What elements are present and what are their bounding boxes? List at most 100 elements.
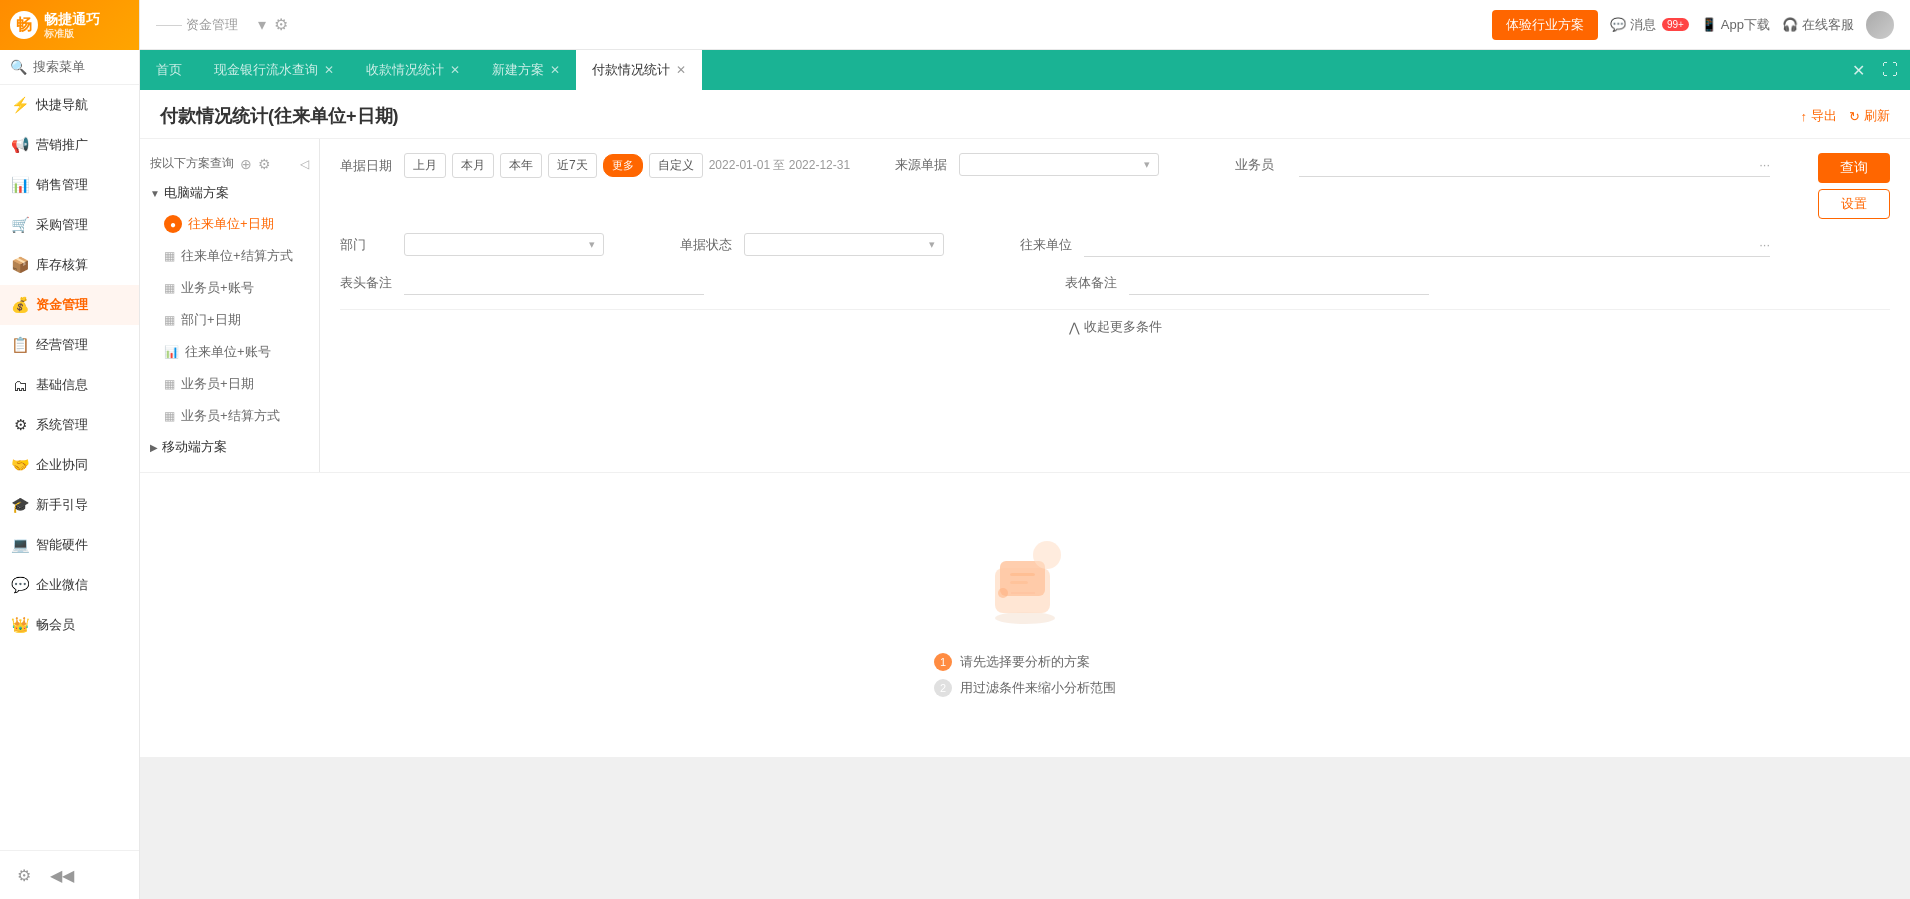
breadcrumb-text: ——: [156, 17, 182, 32]
settings-bottom-btn[interactable]: ⚙: [10, 861, 38, 889]
sidebar-item-label: 库存核算: [36, 256, 88, 274]
date-opt-more[interactable]: 更多: [603, 154, 643, 177]
counterpart-more-icon[interactable]: ···: [1759, 237, 1770, 252]
date-opt-this-month[interactable]: 本月: [452, 153, 494, 178]
scheme-icon: ▦: [164, 409, 175, 423]
filter-dept-select[interactable]: ▾: [404, 233, 604, 256]
sidebar-item-label: 企业协同: [36, 456, 88, 474]
sidebar-item-label: 企业微信: [36, 576, 88, 594]
svg-point-3: [1033, 541, 1061, 569]
sidebar-logo: 畅 畅捷通巧 标准版: [0, 0, 139, 50]
scheme-group-mobile[interactable]: ▶ 移动端方案: [140, 432, 319, 462]
tab-bank-flow[interactable]: 现金银行流水查询 ✕: [198, 50, 350, 90]
message-btn[interactable]: 💬 消息 99+: [1610, 16, 1689, 34]
scheme-item-agent-settle[interactable]: ▦ 业务员+结算方式: [140, 400, 319, 432]
query-btn[interactable]: 查询: [1818, 153, 1890, 183]
tab-collection[interactable]: 收款情况统计 ✕: [350, 50, 476, 90]
search-menu-label: 搜索菜单: [33, 58, 85, 76]
scheme-icon: ▦: [164, 281, 175, 295]
date-opt-custom[interactable]: 自定义: [649, 153, 703, 178]
tab-bar: 首页 现金银行流水查询 ✕ 收款情况统计 ✕ 新建方案 ✕ 付款情况统计 ✕ ✕…: [140, 50, 1910, 90]
scheme-item-unit-account[interactable]: 📊 往来单位+账号: [140, 336, 319, 368]
filter-body-note-input[interactable]: [1129, 271, 1429, 295]
filter-header-note-label: 表头备注: [340, 274, 396, 292]
tab-new-scheme-close[interactable]: ✕: [550, 63, 560, 77]
filter-doc-status-select[interactable]: ▾: [744, 233, 944, 256]
collapse-sidebar-btn[interactable]: ◀◀: [48, 861, 76, 889]
tab-home[interactable]: 首页: [140, 50, 198, 90]
filter-header-note-input[interactable]: [404, 271, 704, 295]
scheme-item-unit-settle[interactable]: ▦ 往来单位+结算方式: [140, 240, 319, 272]
sidebar-item-sales[interactable]: 📊 销售管理: [0, 165, 139, 205]
main-content: —— 资金管理 ▾ ⚙ 体验行业方案 💬 消息 99+ 📱 App下载 🎧 在线…: [140, 0, 1910, 899]
date-opt-this-year[interactable]: 本年: [500, 153, 542, 178]
chevron-down-icon: ▾: [929, 238, 935, 251]
scheme-item-agent-account[interactable]: ▦ 业务员+账号: [140, 272, 319, 304]
filter-doc-status-label: 单据状态: [680, 236, 736, 254]
tab-close-all-btn[interactable]: ✕: [1846, 58, 1870, 82]
scheme-item-dept-date[interactable]: ▦ 部门+日期: [140, 304, 319, 336]
sidebar-item-basic[interactable]: 🗂 基础信息: [0, 365, 139, 405]
filter-date-label: 单据日期: [340, 157, 396, 175]
sidebar-item-label: 经营管理: [36, 336, 88, 354]
tab-payment-stat-close[interactable]: ✕: [676, 63, 686, 77]
collapse-label: 收起更多条件: [1084, 318, 1162, 336]
scheme-add-btn[interactable]: ⊕: [240, 156, 252, 172]
purchase-icon: 🛒: [10, 215, 30, 235]
user-avatar[interactable]: [1866, 11, 1894, 39]
tab-new-scheme[interactable]: 新建方案 ✕: [476, 50, 576, 90]
scheme-config-btn[interactable]: ⚙: [258, 156, 271, 172]
export-btn[interactable]: ↑ 导出: [1801, 107, 1838, 125]
sidebar-item-label: 基础信息: [36, 376, 88, 394]
sidebar-item-guide[interactable]: 🎓 新手引导: [0, 485, 139, 525]
tab-payment-stat[interactable]: 付款情况统计 ✕: [576, 50, 702, 90]
sidebar-item-label: 智能硬件: [36, 536, 88, 554]
sidebar-item-weixin[interactable]: 💬 企业微信: [0, 565, 139, 605]
date-opt-7days[interactable]: 近7天: [548, 153, 597, 178]
sidebar-item-inventory[interactable]: 📦 库存核算: [0, 245, 139, 285]
sidebar-item-label: 畅会员: [36, 616, 75, 634]
scheme-collapse-btn[interactable]: ◁: [300, 157, 309, 171]
tab-bank-flow-close[interactable]: ✕: [324, 63, 334, 77]
sidebar-item-member[interactable]: 👑 畅会员: [0, 605, 139, 645]
breadcrumb: —— 资金管理: [156, 16, 238, 34]
settings-btn[interactable]: 设置: [1818, 189, 1890, 219]
tab-expand-btn[interactable]: ⛶: [1878, 58, 1902, 82]
system-icon: ⚙: [10, 415, 30, 435]
marketing-icon: 📢: [10, 135, 30, 155]
header-settings-btn[interactable]: ⚙: [274, 15, 288, 34]
sidebar-item-label: 快捷导航: [36, 96, 88, 114]
sidebar-item-capital[interactable]: 💰 资金管理: [0, 285, 139, 325]
agent-more-icon[interactable]: ···: [1759, 157, 1770, 172]
app-download-btn[interactable]: 📱 App下载: [1701, 16, 1770, 34]
sidebar-item-enterprise[interactable]: 🤝 企业协同: [0, 445, 139, 485]
scheme-item-agent-date[interactable]: ▦ 业务员+日期: [140, 368, 319, 400]
filter-body-note-field: 表体备注: [1065, 271, 1770, 295]
online-service-btn[interactable]: 🎧 在线客服: [1782, 16, 1854, 34]
refresh-btn[interactable]: ↻ 刷新: [1849, 107, 1890, 125]
sidebar-item-quick-nav[interactable]: ⚡ 快捷导航: [0, 85, 139, 125]
operations-icon: 📋: [10, 335, 30, 355]
collapse-more-btn[interactable]: ⋀ 收起更多条件: [340, 309, 1890, 344]
sidebar-item-system[interactable]: ⚙ 系统管理: [0, 405, 139, 445]
scheme-group-desktop[interactable]: ▼ 电脑端方案: [140, 178, 319, 208]
filter-source-select[interactable]: ▾: [959, 153, 1159, 176]
sidebar-item-purchase[interactable]: 🛒 采购管理: [0, 205, 139, 245]
trial-btn[interactable]: 体验行业方案: [1492, 10, 1598, 40]
filter-agent-input[interactable]: [1299, 153, 1759, 176]
scheme-icon: ▦: [164, 377, 175, 391]
date-opt-last-month[interactable]: 上月: [404, 153, 446, 178]
empty-tips: 1 请先选择要分析的方案 2 用过滤条件来缩小分析范围: [934, 653, 1116, 697]
filter-counterpart-input[interactable]: [1084, 233, 1759, 256]
search-menu[interactable]: 🔍 搜索菜单: [0, 50, 139, 85]
filter-date-field: 单据日期 上月 本月 本年 近7天 更多 自定义 2022-01-01 至 20…: [340, 153, 875, 178]
sidebar-item-hardware[interactable]: 💻 智能硬件: [0, 525, 139, 565]
tip-num-1: 1: [934, 653, 952, 671]
header-dropdown-btn[interactable]: ▾: [258, 15, 266, 34]
sidebar-item-marketing[interactable]: 📢 营销推广: [0, 125, 139, 165]
filter-date-options: 上月 本月 本年 近7天 更多 自定义 2022-01-01 至 2022-12…: [404, 153, 850, 178]
sidebar-item-operations[interactable]: 📋 经营管理: [0, 325, 139, 365]
scheme-item-unit-date[interactable]: ● 往来单位+日期: [140, 208, 319, 240]
tab-collection-close[interactable]: ✕: [450, 63, 460, 77]
tab-bar-right: ✕ ⛶: [1846, 58, 1910, 82]
